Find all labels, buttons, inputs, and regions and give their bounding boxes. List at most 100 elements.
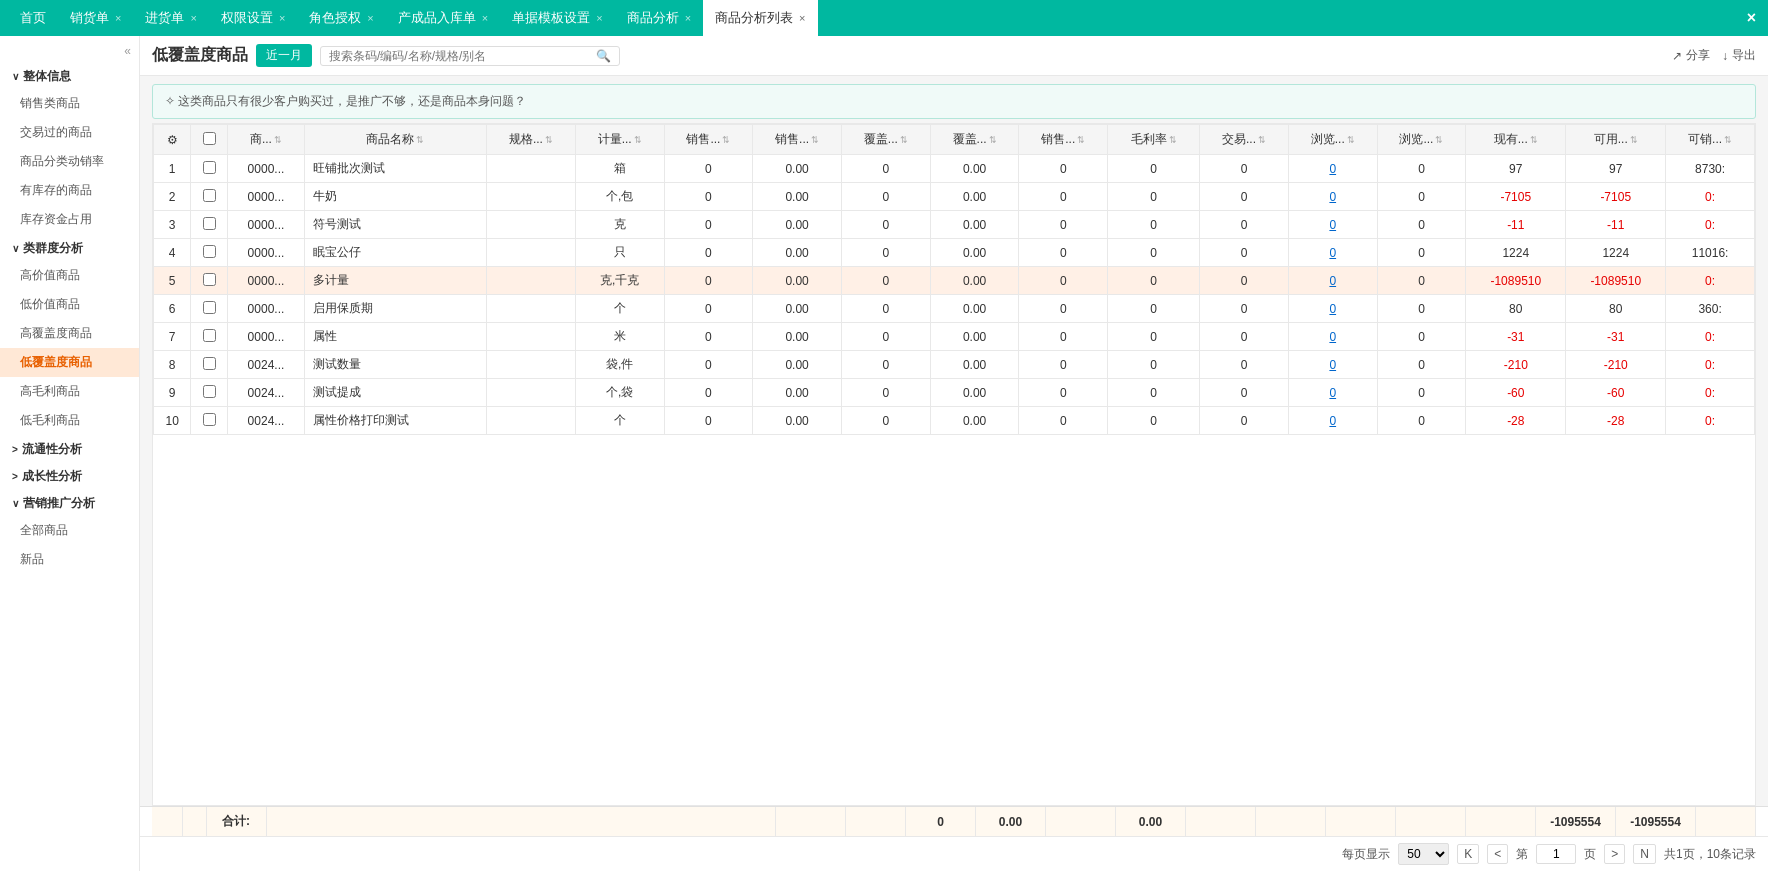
col-available[interactable]: 可用...⇅ [1566,125,1666,155]
row-checkbox[interactable] [203,329,216,342]
row-name[interactable]: 测试提成 [304,379,486,407]
col-sales-amt[interactable]: 销售...⇅ [753,125,842,155]
row-browse1[interactable]: 0 [1288,267,1377,295]
sidebar-item-capital[interactable]: 库存资金占用 [0,205,139,234]
sidebar-item-all-goods[interactable]: 全部商品 [0,516,139,545]
nav-close-purchase[interactable]: × [190,12,196,24]
next-page-btn[interactable]: > [1604,844,1625,864]
sidebar-item-in-stock[interactable]: 有库存的商品 [0,176,139,205]
close-all-tabs[interactable]: × [1747,9,1756,27]
nav-close-product-analysis-list[interactable]: × [799,12,805,24]
sidebar-group-marketing[interactable]: ∨ 营销推广分析 [0,489,139,516]
row-checkbox[interactable] [203,357,216,370]
sidebar-item-low-coverage[interactable]: 低覆盖度商品 [0,348,139,377]
row-name[interactable]: 符号测试 [304,211,486,239]
row-name[interactable]: 属性价格打印测试 [304,407,486,435]
col-sales-count[interactable]: 销售...⇅ [1019,125,1108,155]
nav-sales[interactable]: 销货单 × [58,0,133,36]
row-checkbox[interactable] [203,217,216,230]
sidebar-item-category-rate[interactable]: 商品分类动销率 [0,147,139,176]
row-name[interactable]: 属性 [304,323,486,351]
last-page-btn[interactable]: N [1633,844,1656,864]
row-check[interactable] [191,267,228,295]
sidebar-item-high-margin[interactable]: 高毛利商品 [0,377,139,406]
nav-home[interactable]: 首页 [8,0,58,36]
row-name[interactable]: 眠宝公仔 [304,239,486,267]
row-check[interactable] [191,379,228,407]
sidebar-item-high-coverage[interactable]: 高覆盖度商品 [0,319,139,348]
row-name[interactable]: 牛奶 [304,183,486,211]
search-input[interactable] [329,49,592,63]
export-button[interactable]: ↓ 导出 [1722,47,1756,64]
row-browse1[interactable]: 0 [1288,239,1377,267]
nav-close-role[interactable]: × [367,12,373,24]
first-page-btn[interactable]: K [1457,844,1479,864]
col-gross-margin[interactable]: 毛利率⇅ [1108,125,1200,155]
row-browse1[interactable]: 0 [1288,183,1377,211]
sidebar-item-low-margin[interactable]: 低毛利商品 [0,406,139,435]
nav-product-analysis[interactable]: 商品分析 × [615,0,703,36]
nav-close-permissions[interactable]: × [279,12,285,24]
row-checkbox[interactable] [203,413,216,426]
row-browse1[interactable]: 0 [1288,323,1377,351]
row-browse1[interactable]: 0 [1288,211,1377,239]
row-check[interactable] [191,323,228,351]
row-checkbox[interactable] [203,161,216,174]
row-check[interactable] [191,155,228,183]
page-size-select[interactable]: 50 100 200 [1398,843,1449,865]
row-checkbox[interactable] [203,245,216,258]
row-browse1[interactable]: 0 [1288,379,1377,407]
row-browse1[interactable]: 0 [1288,407,1377,435]
sidebar-group-flow[interactable]: > 流通性分析 [0,435,139,462]
row-checkbox[interactable] [203,385,216,398]
sidebar-collapse-btn[interactable]: « [0,40,139,62]
share-button[interactable]: ↗ 分享 [1672,47,1710,64]
nav-close-sales[interactable]: × [115,12,121,24]
nav-close-template[interactable]: × [596,12,602,24]
col-browse2[interactable]: 浏览...⇅ [1377,125,1466,155]
prev-page-btn[interactable]: < [1487,844,1508,864]
col-sales-qty[interactable]: 销售...⇅ [664,125,753,155]
nav-product-analysis-list[interactable]: 商品分析列表 × [703,0,817,36]
col-code[interactable]: 商...⇅ [228,125,304,155]
col-spec[interactable]: 规格...⇅ [487,125,576,155]
col-transactions[interactable]: 交易...⇅ [1200,125,1289,155]
row-browse1[interactable]: 0 [1288,295,1377,323]
nav-product-entry[interactable]: 产成品入库单 × [386,0,500,36]
row-check[interactable] [191,239,228,267]
sidebar-group-quality[interactable]: ∨ 类群度分析 [0,234,139,261]
nav-permissions[interactable]: 权限设置 × [209,0,297,36]
col-sellable[interactable]: 可销...⇅ [1666,125,1755,155]
date-filter-button[interactable]: 近一月 [256,44,312,67]
row-browse1[interactable]: 0 [1288,351,1377,379]
row-check[interactable] [191,211,228,239]
row-check[interactable] [191,183,228,211]
nav-role[interactable]: 角色授权 × [297,0,385,36]
col-coverage2[interactable]: 覆盖...⇅ [930,125,1019,155]
col-coverage1[interactable]: 覆盖...⇅ [841,125,930,155]
row-check[interactable] [191,351,228,379]
sidebar-item-high-value[interactable]: 高价值商品 [0,261,139,290]
col-current-stock[interactable]: 现有...⇅ [1466,125,1566,155]
col-name[interactable]: 商品名称⇅ [304,125,486,155]
row-checkbox[interactable] [203,301,216,314]
sidebar-group-growth[interactable]: > 成长性分析 [0,462,139,489]
data-table-wrapper[interactable]: ⚙ 商...⇅ 商品名称⇅ 规格...⇅ 计量...⇅ 销售...⇅ 销售...… [152,123,1756,806]
nav-close-product-analysis[interactable]: × [685,12,691,24]
row-checkbox[interactable] [203,273,216,286]
row-check[interactable] [191,407,228,435]
row-name[interactable]: 多计量 [304,267,486,295]
row-browse1[interactable]: 0 [1288,155,1377,183]
sidebar-item-traded[interactable]: 交易过的商品 [0,118,139,147]
col-browse1[interactable]: 浏览...⇅ [1288,125,1377,155]
nav-purchase[interactable]: 进货单 × [133,0,208,36]
row-checkbox[interactable] [203,189,216,202]
sidebar-item-sales-goods[interactable]: 销售类商品 [0,89,139,118]
select-all-checkbox[interactable] [203,132,216,145]
row-name[interactable]: 测试数量 [304,351,486,379]
row-name[interactable]: 旺铺批次测试 [304,155,486,183]
page-input[interactable] [1536,844,1576,864]
sidebar-group-overall[interactable]: ∨ 整体信息 [0,62,139,89]
sidebar-item-low-value[interactable]: 低价值商品 [0,290,139,319]
col-unit[interactable]: 计量...⇅ [575,125,664,155]
